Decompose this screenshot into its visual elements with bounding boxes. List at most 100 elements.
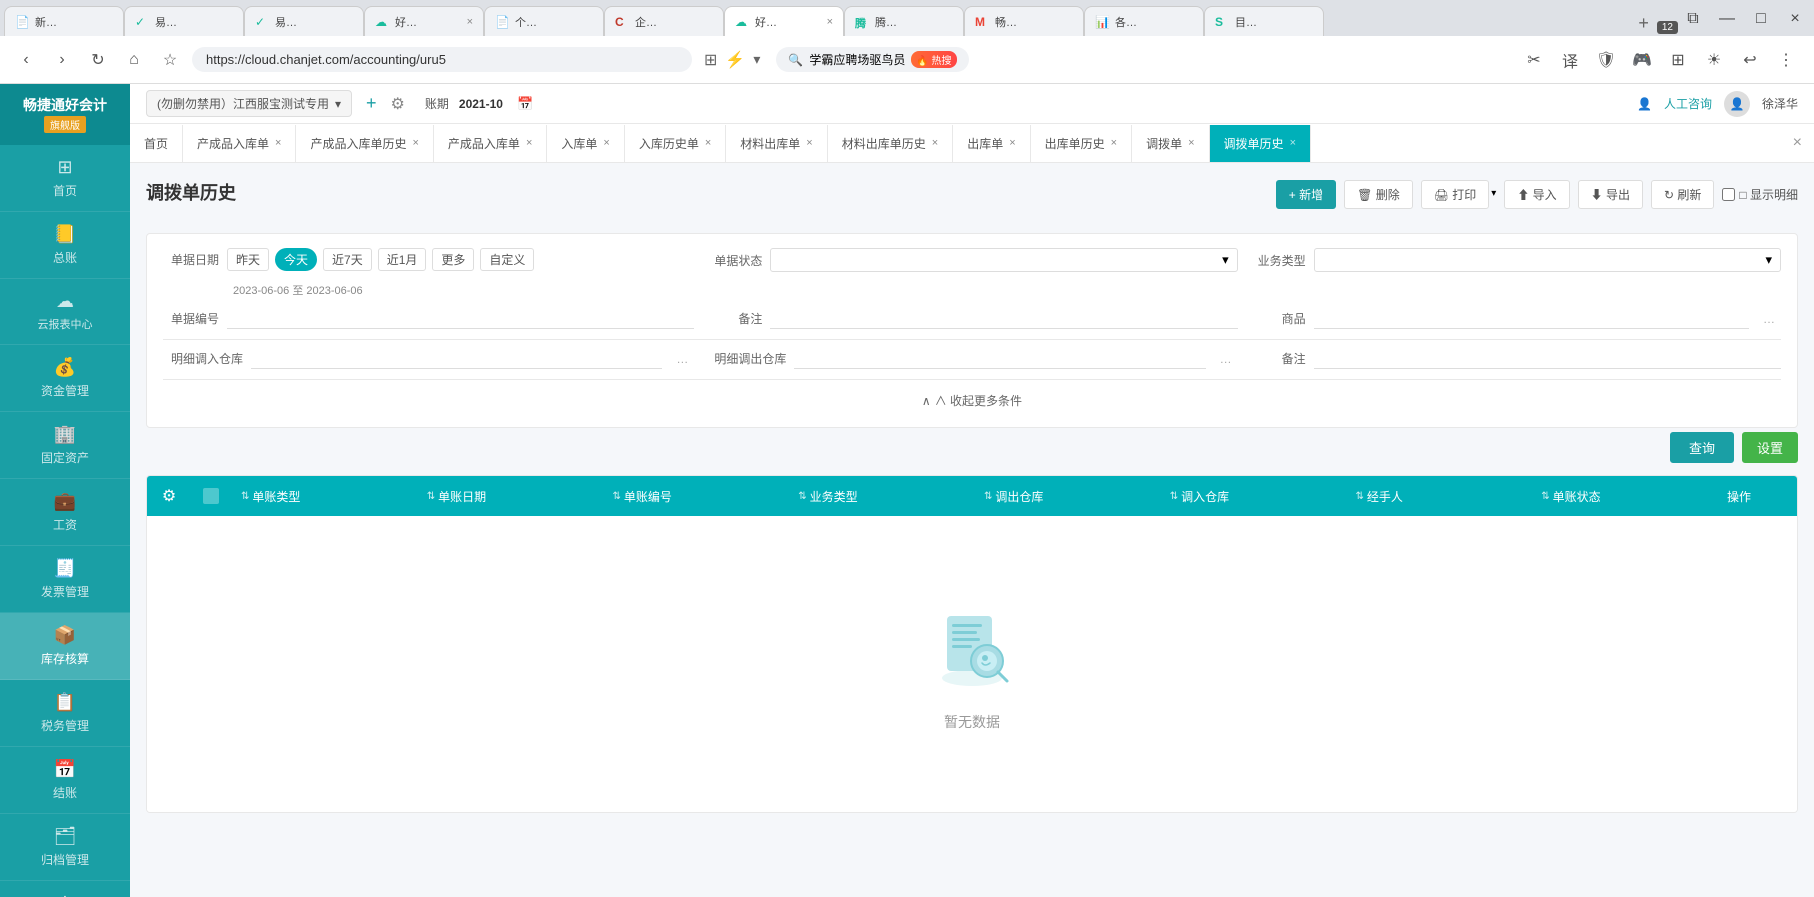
th-transfer-out[interactable]: ⇅ 调出仓库 — [974, 488, 1160, 505]
page-tab-product-inbound2-close[interactable]: × — [526, 137, 532, 149]
browser-tab-7[interactable]: ☁ 好… × — [724, 6, 844, 36]
filter-from-warehouse-input[interactable] — [251, 348, 662, 369]
delete-button[interactable]: 🗑 删除 — [1344, 180, 1413, 209]
query-button[interactable]: 查询 — [1670, 432, 1734, 463]
page-tab-inbound-history-close[interactable]: × — [705, 137, 711, 149]
browser-tab-11[interactable]: S 目… — [1204, 6, 1324, 36]
filter-from-warehouse-more[interactable]: … — [670, 350, 694, 368]
apps-tool[interactable]: ⊞ — [1662, 44, 1694, 76]
th-checkbox-cell[interactable] — [191, 488, 231, 504]
date-btn-1month[interactable]: 近1月 — [378, 248, 427, 271]
select-all-checkbox[interactable] — [203, 488, 219, 504]
page-tab-inbound-history[interactable]: 入库历史单 × — [625, 125, 726, 162]
page-tab-material-outbound-history[interactable]: 材料出库单历史 × — [828, 125, 953, 162]
th-handler[interactable]: ⇅ 经手人 — [1346, 488, 1532, 505]
settings-icon-top[interactable]: ⚙ — [391, 94, 405, 114]
sidebar-item-basic-settings[interactable]: ⚙ 基础设置 — [0, 881, 130, 897]
bookmark-button[interactable]: ☆ — [156, 46, 184, 74]
browser-tab-2[interactable]: ✓ 易… — [124, 6, 244, 36]
filter-docnumber-input[interactable] — [227, 308, 694, 329]
filter-goods-more[interactable]: … — [1757, 310, 1781, 328]
restore-button[interactable]: ⧉ — [1678, 4, 1708, 34]
th-doc-type[interactable]: ⇅ 单账类型 — [231, 488, 417, 505]
page-tab-product-inbound-history-close[interactable]: × — [412, 137, 418, 149]
date-btn-7days[interactable]: 近7天 — [323, 248, 372, 271]
th-doc-status[interactable]: ⇅ 单账状态 — [1531, 488, 1717, 505]
sidebar-item-inventory[interactable]: 📦 库存核算 — [0, 613, 130, 680]
dropdown-arrow[interactable]: ▾ — [753, 51, 760, 68]
more-tool[interactable]: ⋮ — [1770, 44, 1802, 76]
page-tab-transfer-history[interactable]: 调拨单历史 × — [1210, 125, 1311, 162]
table-settings-gear-icon[interactable]: ⚙ — [162, 486, 176, 506]
sidebar-item-ledger[interactable]: 📒 总账 — [0, 212, 130, 279]
home-nav-button[interactable]: ⌂ — [120, 46, 148, 74]
date-btn-custom[interactable]: 自定义 — [480, 248, 534, 271]
back-button[interactable]: ‹ — [12, 46, 40, 74]
sidebar-item-payroll[interactable]: 💼 工资 — [0, 479, 130, 546]
sidebar-item-home[interactable]: ⊞ 首页 — [0, 145, 130, 212]
sidebar-item-archive[interactable]: 🗂 归档管理 — [0, 814, 130, 881]
calendar-icon[interactable]: 📅 — [517, 96, 533, 112]
scissors-tool[interactable]: ✂ — [1518, 44, 1550, 76]
page-tab-outbound[interactable]: 出库单 × — [953, 125, 1030, 162]
add-button[interactable]: + 新增 — [1276, 180, 1336, 209]
date-btn-yesterday[interactable]: 昨天 — [227, 248, 269, 271]
undo-tool[interactable]: ↩ — [1734, 44, 1766, 76]
th-doc-number[interactable]: ⇅ 单账编号 — [603, 488, 789, 505]
filter-to-warehouse-input[interactable] — [794, 348, 1205, 369]
export-button[interactable]: ⬇ 导出 — [1578, 180, 1643, 209]
sidebar-item-fixed-assets[interactable]: 🏢 固定资产 — [0, 412, 130, 479]
browser-tab-5[interactable]: 📄 个… — [484, 6, 604, 36]
filter-to-warehouse-more[interactable]: … — [1214, 350, 1238, 368]
page-tab-product-inbound-history[interactable]: 产成品入库单历史 × — [296, 125, 433, 162]
sidebar-item-close-account[interactable]: 📅 结账 — [0, 747, 130, 814]
page-tab-material-outbound-history-close[interactable]: × — [932, 137, 938, 149]
display-checkbox[interactable] — [1722, 188, 1735, 201]
th-settings-icon[interactable]: ⚙ — [147, 486, 191, 506]
sidebar-item-capital[interactable]: 💰 资金管理 — [0, 345, 130, 412]
page-tab-transfer[interactable]: 调拨单 × — [1132, 125, 1209, 162]
filter-remarks2-input[interactable] — [1314, 348, 1781, 369]
sidebar-item-cloud-report[interactable]: ☁ 云报表中心 — [0, 279, 130, 345]
minimize-button[interactable]: — — [1712, 4, 1742, 34]
settings-button[interactable]: 设置 — [1742, 432, 1798, 463]
sidebar-item-invoice[interactable]: 🧾 发票管理 — [0, 546, 130, 613]
page-tab-outbound-history[interactable]: 出库单历史 × — [1031, 125, 1132, 162]
support-label[interactable]: 人工咨询 — [1664, 95, 1712, 112]
shield-tool[interactable]: 🛡 — [1590, 44, 1622, 76]
th-business-type[interactable]: ⇅ 业务类型 — [788, 488, 974, 505]
page-tab-transfer-history-close[interactable]: × — [1290, 137, 1296, 149]
browser-tab-4[interactable]: ☁ 好… × — [364, 6, 484, 36]
date-btn-today[interactable]: 今天 — [275, 248, 317, 271]
display-toggle[interactable]: □ 显示明细 — [1722, 186, 1798, 203]
browser-tab-3[interactable]: ✓ 易… — [244, 6, 364, 36]
browser-tab-1[interactable]: 📄 新… — [4, 6, 124, 36]
filter-business-type-select[interactable]: ▾ — [1314, 248, 1781, 272]
th-doc-date[interactable]: ⇅ 单账日期 — [417, 488, 603, 505]
print-dropdown-icon[interactable]: ▾ — [1491, 189, 1496, 199]
filter-goods-input[interactable] — [1314, 308, 1749, 329]
game-tool[interactable]: 🎮 — [1626, 44, 1658, 76]
page-tab-product-inbound2[interactable]: 产成品入库单 × — [434, 125, 547, 162]
page-tab-home[interactable]: 首页 — [130, 125, 183, 162]
page-tab-inbound[interactable]: 入库单 × — [547, 125, 624, 162]
print-button[interactable]: 🖨 打印 — [1421, 180, 1490, 209]
import-button[interactable]: ⬆ 导入 — [1504, 180, 1569, 209]
page-tab-product-inbound[interactable]: 产成品入库单 × — [183, 125, 296, 162]
company-selector[interactable]: (勿删勿禁用）江西服宝测试专用 ▾ — [146, 90, 352, 117]
page-tab-product-inbound-close[interactable]: × — [275, 137, 281, 149]
collapse-button[interactable]: ∧ ∧ 收起更多条件 — [922, 388, 1022, 413]
tab-close-7[interactable]: × — [827, 16, 833, 28]
forward-button[interactable]: › — [48, 46, 76, 74]
th-transfer-in[interactable]: ⇅ 调入仓库 — [1160, 488, 1346, 505]
page-tab-inbound-close[interactable]: × — [603, 137, 609, 149]
filter-remark-input[interactable] — [770, 308, 1237, 329]
close-window-button[interactable]: × — [1780, 4, 1810, 34]
tab-close-4[interactable]: × — [467, 16, 473, 28]
page-tab-material-outbound[interactable]: 材料出库单 × — [726, 125, 827, 162]
refresh-nav-button[interactable]: ↻ — [84, 46, 112, 74]
browser-tab-6[interactable]: C 企… — [604, 6, 724, 36]
search-area[interactable]: 🔍 学霸应聘场驱鸟员 🔥 热搜 — [776, 47, 968, 72]
new-tab-button[interactable]: + — [1630, 13, 1657, 34]
translate-tool[interactable]: 译 — [1554, 44, 1586, 76]
